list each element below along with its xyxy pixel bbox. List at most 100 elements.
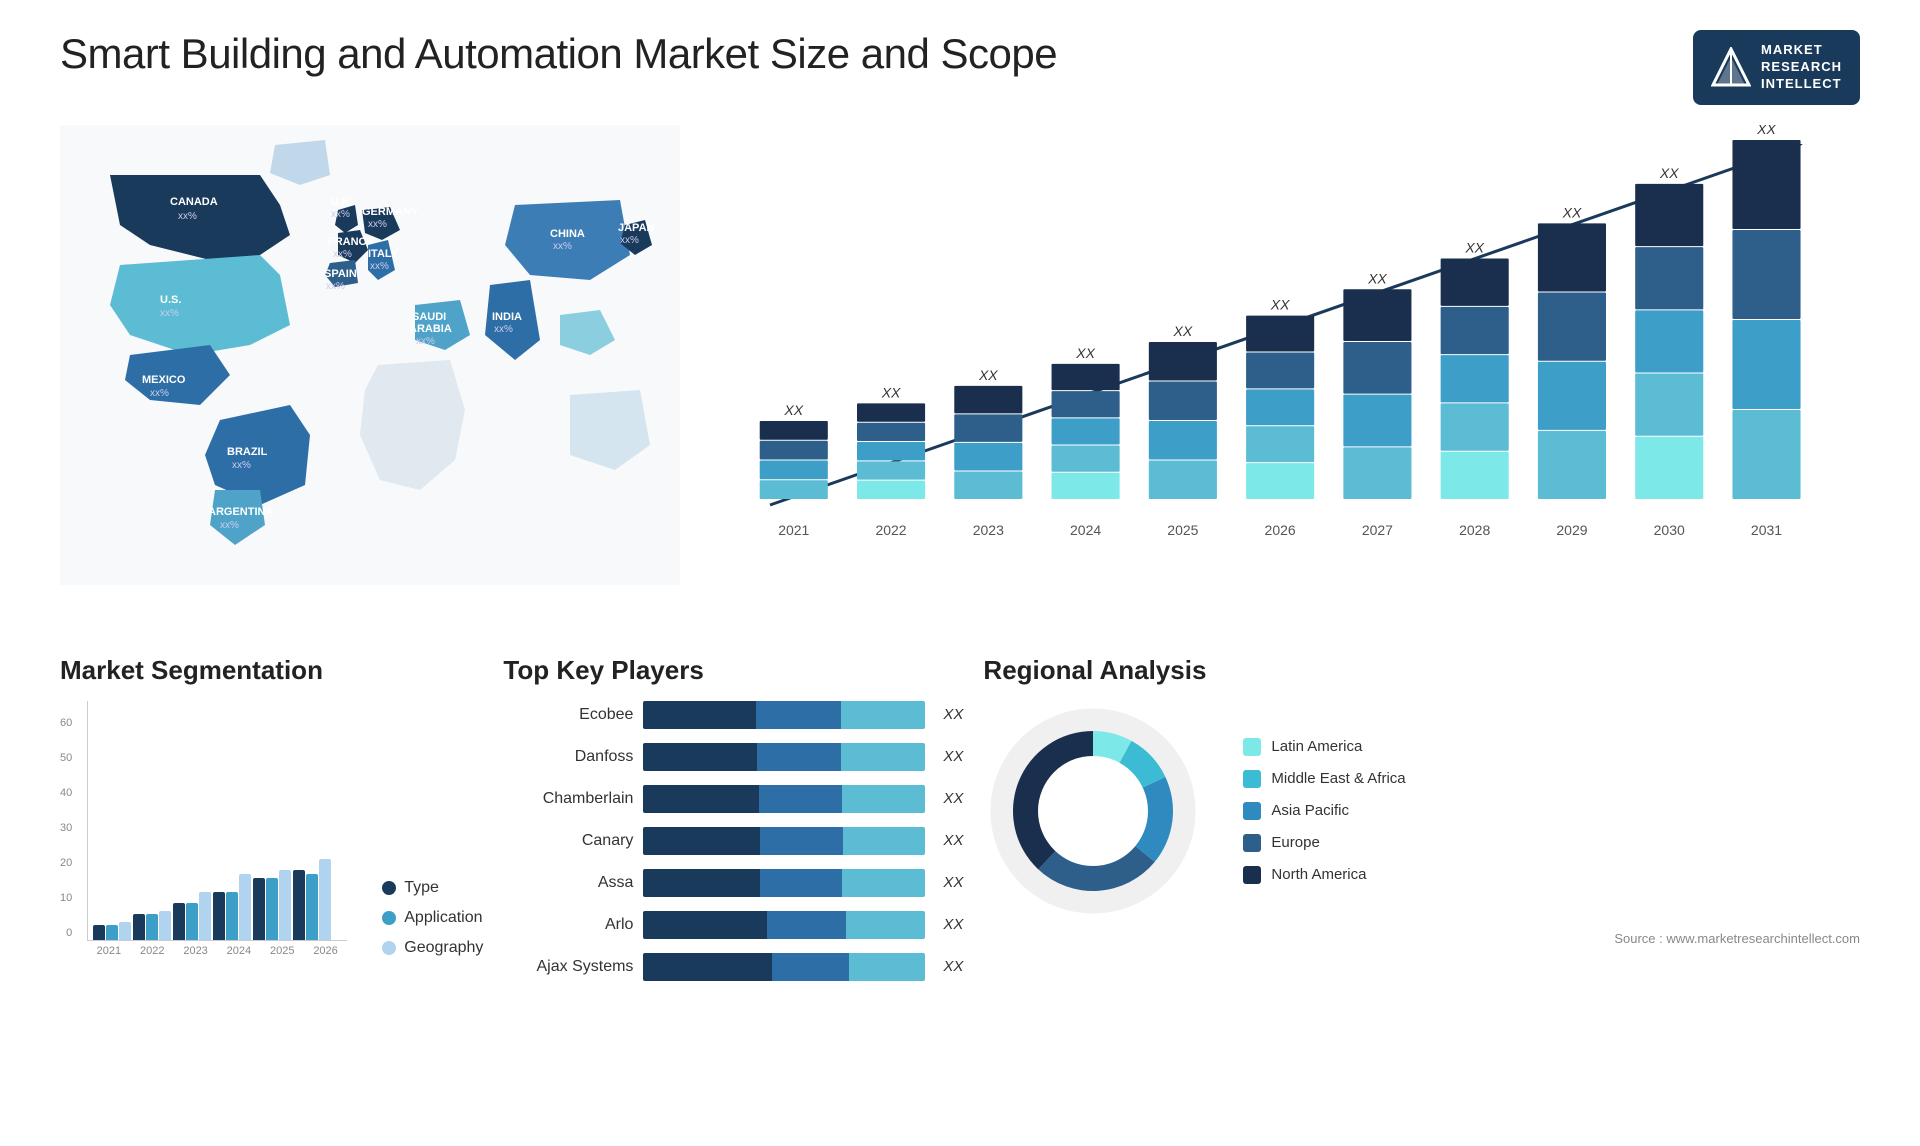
svg-text:2028: 2028 [1459,522,1490,538]
bar-chart-section: XX2021XX2022XX2023XX2024XX2025XX2026XX20… [710,125,1860,625]
player-bar-light [849,953,926,981]
svg-text:xx%: xx% [370,261,389,272]
type-bar [253,878,265,940]
type-bar [93,925,105,940]
app-bar [226,892,238,940]
geo-bar [319,859,331,940]
legend-label: Type [404,879,439,897]
year-group [93,922,131,940]
legend-label: Application [404,909,482,927]
segmentation-title: Market Segmentation [60,655,483,686]
regional-legend-item: Middle East & Africa [1243,770,1405,788]
player-bar-dark [643,743,757,771]
svg-text:INDIA: INDIA [492,311,522,323]
players-title: Top Key Players [503,655,963,686]
svg-text:xx%: xx% [331,209,350,220]
legend-item: Application [382,909,483,927]
x-label: 2022 [140,945,164,957]
player-value: XX [943,790,963,807]
player-value: XX [943,706,963,723]
type-bar [213,892,225,940]
player-row: Danfoss XX [503,743,963,771]
regional-legend-label: North America [1271,866,1366,883]
seg-bars [87,701,347,941]
player-bar [643,953,925,981]
app-bar [186,903,198,940]
player-bar [643,827,925,855]
svg-text:MEXICO: MEXICO [142,374,186,386]
svg-text:xx%: xx% [150,388,169,399]
legend-item: Type [382,879,483,897]
legend-dot [382,911,396,925]
page-title: Smart Building and Automation Market Siz… [60,30,1057,78]
regional-legend-label: Asia Pacific [1271,802,1349,819]
main-content: CANADA xx% U.S. xx% MEXICO xx% BRAZIL xx… [60,125,1860,625]
regional-title: Regional Analysis [983,655,1860,686]
regional-legend: Latin America Middle East & Africa Asia … [1243,738,1405,884]
x-label: 2024 [227,945,251,957]
geo-bar [279,870,291,940]
svg-text:xx%: xx% [178,211,197,222]
svg-text:2021: 2021 [778,522,809,538]
logo-icon [1711,47,1751,87]
svg-text:XX: XX [1173,323,1193,339]
year-group [293,859,331,940]
player-bar-mid [767,911,846,939]
player-row: Ecobee XX [503,701,963,729]
x-label: 2026 [313,945,337,957]
svg-text:XX: XX [1075,345,1095,361]
player-bar-mid [772,953,849,981]
svg-text:CHINA: CHINA [550,228,585,240]
player-bar-dark [643,785,758,813]
regional-content: Latin America Middle East & Africa Asia … [983,701,1860,921]
bottom-section: Market Segmentation 60 50 40 30 20 10 0 [60,655,1860,995]
players-list: Ecobee XX Danfoss XX Chamberlain XX Cana… [503,701,963,981]
player-bar [643,911,925,939]
svg-text:2026: 2026 [1265,522,1296,538]
regional-legend-label: Middle East & Africa [1271,770,1405,787]
app-bar [106,925,118,940]
player-value: XX [943,748,963,765]
svg-text:2023: 2023 [973,522,1004,538]
svg-text:U.S.: U.S. [160,294,181,306]
year-group [133,911,171,940]
svg-text:XX: XX [1367,270,1387,286]
svg-text:XX: XX [978,367,998,383]
player-bar-light [842,869,925,897]
player-value: XX [943,916,963,933]
svg-text:2025: 2025 [1167,522,1198,538]
player-bar-light [841,743,925,771]
svg-text:CANADA: CANADA [170,196,218,208]
player-row: Ajax Systems XX [503,953,963,981]
svg-text:JAPAN: JAPAN [618,222,655,234]
player-bar-mid [760,869,843,897]
seg-legend: Type Application Geography [382,879,483,957]
svg-text:2024: 2024 [1070,522,1101,538]
svg-text:ARGENTINA: ARGENTINA [208,506,273,518]
player-bar-dark [643,869,759,897]
svg-text:2027: 2027 [1362,522,1393,538]
player-name: Canary [503,832,633,850]
regional-section: Regional Analysis Latin America Middle E… [983,655,1860,995]
legend-square [1243,770,1261,788]
app-bar [306,874,318,940]
player-name: Assa [503,874,633,892]
player-bar-mid [759,785,842,813]
player-row: Arlo XX [503,911,963,939]
regional-legend-item: Asia Pacific [1243,802,1405,820]
type-bar [293,870,305,940]
svg-text:XX: XX [1659,165,1679,181]
regional-legend-label: Latin America [1271,738,1362,755]
regional-legend-label: Europe [1271,834,1319,851]
svg-text:BRAZIL: BRAZIL [227,446,268,458]
player-bar-mid [757,743,841,771]
players-section: Top Key Players Ecobee XX Danfoss XX Cha… [503,655,963,995]
svg-text:XX: XX [1270,296,1290,312]
svg-text:xx%: xx% [333,249,352,260]
logo-text: MARKET RESEARCH INTELLECT [1761,42,1842,93]
world-map: CANADA xx% U.S. xx% MEXICO xx% BRAZIL xx… [60,125,680,585]
player-name: Ajax Systems [503,958,633,976]
map-section: CANADA xx% U.S. xx% MEXICO xx% BRAZIL xx… [60,125,680,625]
player-bar [643,869,925,897]
player-row: Chamberlain XX [503,785,963,813]
